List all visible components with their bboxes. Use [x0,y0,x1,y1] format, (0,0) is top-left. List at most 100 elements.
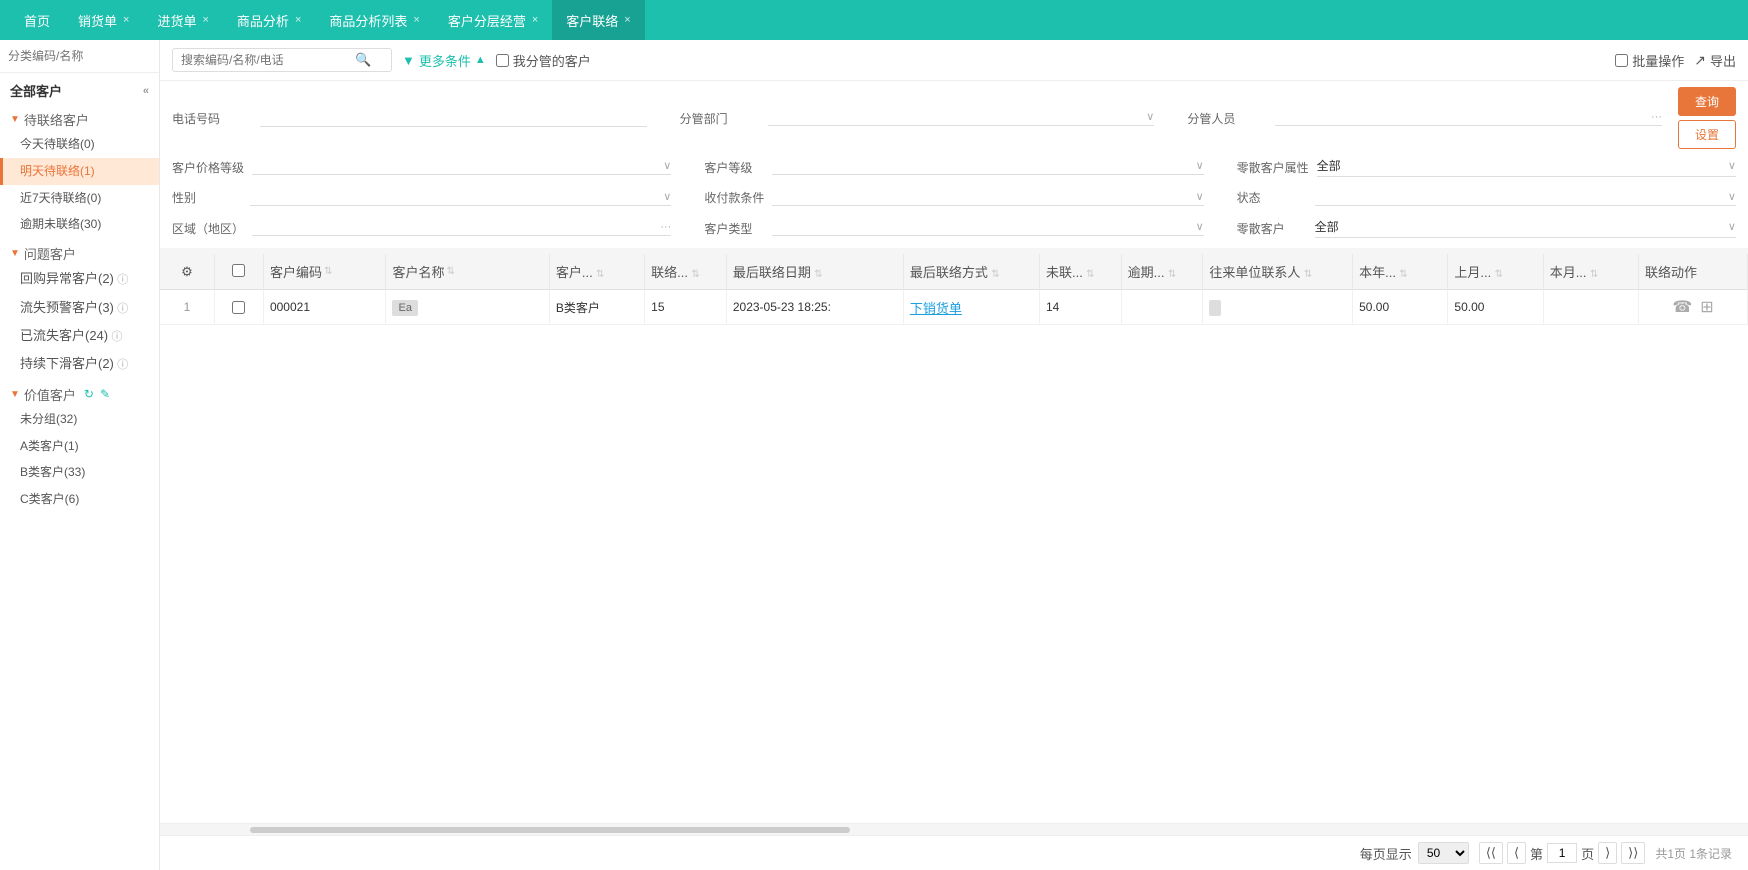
sort-icon-lm: ⇅ [1495,269,1503,280]
th-unit-contact: 往来单位联系人 ⇅ [1203,254,1353,290]
sidebar-item-churned[interactable]: 已流失客户(24) ⓘ [0,322,159,350]
close-customer-tier-icon[interactable]: × [532,14,538,26]
sort-icon-type: ⇅ [596,269,604,280]
info-icon-1: ⓘ [117,303,128,315]
page-next-btn[interactable]: ⟩ [1598,842,1617,864]
action-grid-icon[interactable]: ⊞ [1700,297,1713,317]
settings-icon[interactable]: ⚙ [181,264,193,279]
nav-sales-order[interactable]: 销货单 × [64,0,143,40]
sidebar-item-declining[interactable]: 持续下滑客户(2) ⓘ [0,350,159,378]
sidebar-item-churn-warning[interactable]: 流失预警客户(3) ⓘ [0,294,159,322]
th-type: 客户... ⇅ [549,254,644,290]
close-customer-contact-icon[interactable]: × [624,14,630,26]
th-settings[interactable]: ⚙ [160,254,214,290]
info-icon-0: ⓘ [117,274,128,286]
nav-purchase-order[interactable]: 进货单 × [143,0,222,40]
payment-label: 收付款条件 [704,189,764,206]
sidebar-item-repurchase-abnormal[interactable]: 回购异常客户(2) ⓘ [0,265,159,293]
td-checkbox[interactable] [214,290,263,325]
td-overdue [1121,290,1203,325]
phone-input[interactable] [260,110,647,127]
sidebar-item-tomorrow-pending[interactable]: 明天待联络(1) [0,158,159,185]
table-wrap: ⚙ 客户编码 ⇅ 客户名称 [160,254,1748,823]
payment-select[interactable]: ∨ [772,190,1203,206]
td-this-year: 50.00 [1353,290,1448,325]
nav-customer-contact[interactable]: 客户联络 × [552,0,644,40]
close-purchase-order-icon[interactable]: × [202,14,208,26]
retail-customer-select[interactable]: 全部 ∨ [1315,218,1736,238]
sort-icon-contact: ⇅ [691,269,699,280]
close-product-analysis-list-icon[interactable]: × [413,14,419,26]
nav-home[interactable]: 首页 [10,0,64,40]
sort-icon-tm: ⇅ [1590,269,1598,280]
value-level-select[interactable]: ∨ [252,159,671,175]
nav-product-analysis[interactable]: 商品分析 × [223,0,315,40]
my-customers-checkbox[interactable]: 我分管的客户 [496,51,591,70]
unit-contact-masked [1209,300,1221,316]
sidebar-item-c-class[interactable]: C类客户(6) [0,486,159,513]
page-prev-btn[interactable]: ⟨ [1507,842,1526,864]
search-icon[interactable]: 🔍 [355,52,371,68]
close-product-analysis-icon[interactable]: × [295,14,301,26]
close-sales-order-icon[interactable]: × [123,14,129,26]
retail-attr-select[interactable]: 全部 ∨ [1317,157,1736,177]
last-contact-method-link[interactable]: 下销货单 [910,301,962,316]
sidebar-search-area[interactable]: 🔍 [0,40,159,73]
sidebar-item-overdue-contact[interactable]: 逾期未联络(30) [0,211,159,238]
total-info: 共1页 1条记录 [1655,845,1732,862]
sidebar-item-7day-pending[interactable]: 近7天待联络(0) [0,185,159,212]
th-this-year: 本年... ⇅ [1353,254,1448,290]
status-label: 状态 [1237,189,1307,206]
th-checkbox[interactable] [214,254,263,290]
search-bar: 🔍 ▼ 更多条件 ▲ 我分管的客户 批量操作 ↗ 导出 [160,40,1748,81]
horizontal-scrollbar-area[interactable] [160,823,1748,835]
more-conditions-btn[interactable]: ▼ 更多条件 ▲ [402,51,486,70]
area-select[interactable]: ··· [252,221,671,236]
retail-customer-label: 零散客户 [1237,220,1307,237]
search-input-wrap[interactable]: 🔍 [172,48,392,72]
sidebar-item-a-class[interactable]: A类客户(1) [0,433,159,460]
collapse-icon: « [143,85,149,97]
sidebar-item-today-pending[interactable]: 今天待联络(0) [0,131,159,158]
td-last-contact-method[interactable]: 下销货单 [903,290,1039,325]
nav-customer-tier[interactable]: 客户分层经营 × [434,0,552,40]
nav-product-analysis-list[interactable]: 商品分析列表 × [315,0,433,40]
sort-icon-ty: ⇅ [1399,269,1407,280]
search-input[interactable] [181,53,351,67]
retail-customer-chevron-icon: ∨ [1728,220,1736,233]
action-phone-icon[interactable]: ☎ [1672,297,1692,317]
edit-value-icon[interactable]: ✎ [100,387,110,401]
row-checkbox[interactable] [232,301,245,314]
page-last-btn[interactable]: ⟩⟩ [1621,842,1645,864]
batch-op-btn[interactable]: 批量操作 [1615,51,1684,70]
set-btn[interactable]: 设置 [1678,120,1736,149]
page-number-input[interactable] [1547,843,1577,863]
customer-type-select[interactable]: ∨ [772,220,1203,236]
sidebar-item-ungroup[interactable]: 未分组(32) [0,406,159,433]
per-page-select[interactable]: 50 100 200 [1418,842,1469,864]
person-select[interactable]: ··· [1275,111,1662,126]
horizontal-scrollbar-thumb[interactable] [250,827,850,833]
sidebar-search-input[interactable] [8,49,160,63]
dept-select[interactable]: ∨ [768,110,1155,126]
sort-icon-code: ⇅ [324,266,332,277]
page-first-btn[interactable]: ⟨⟨ [1479,842,1503,864]
filter-icon: ▼ [402,53,415,68]
refresh-icon[interactable]: ↻ [84,387,94,401]
select-all-checkbox[interactable] [232,264,245,277]
my-customers-checkbox-input[interactable] [496,54,509,67]
per-page-selector: 每页显示 50 100 200 [1360,842,1469,864]
th-action: 联络动作 [1638,254,1747,290]
gender-select[interactable]: ∨ [250,190,671,206]
td-type: B类客户 [549,290,644,325]
phone-label: 电话号码 [172,110,252,127]
batch-op-checkbox[interactable] [1615,54,1628,67]
th-no-contact: 未联... ⇅ [1039,254,1121,290]
query-btn[interactable]: 查询 [1678,87,1736,116]
info-icon-3: ⓘ [117,359,128,371]
export-btn[interactable]: ↗ 导出 [1694,51,1736,70]
customer-level-select[interactable]: ∨ [772,159,1203,175]
status-select[interactable]: ∨ [1315,190,1736,206]
all-customers-header[interactable]: 全部客户 « [0,73,159,104]
sidebar-item-b-class[interactable]: B类客户(33) [0,459,159,486]
